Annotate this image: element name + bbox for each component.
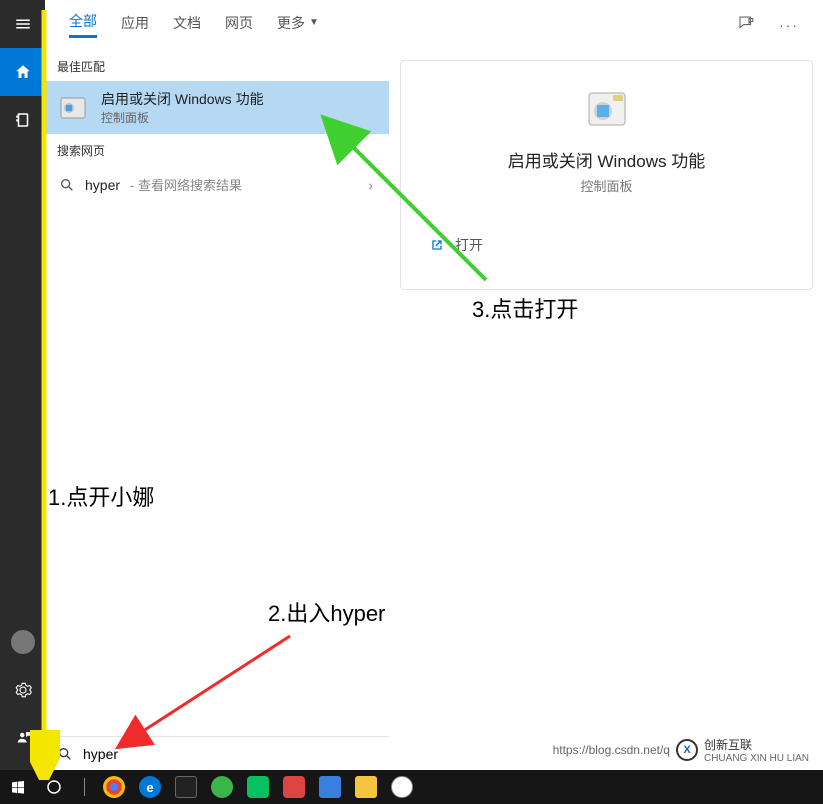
home-icon [14, 63, 32, 81]
task-view-button[interactable] [72, 770, 96, 804]
watermark-url: https://blog.csdn.net/q [553, 743, 670, 757]
watermark-logo: X [676, 739, 698, 761]
cortana-icon [45, 778, 63, 796]
gear-icon [14, 681, 32, 699]
scope-tabs: 全部 应用 文档 网页 更多 ▼ ··· [45, 0, 823, 50]
detail-panel: 启用或关闭 Windows 功能 控制面板 打开 [400, 60, 813, 290]
taskbar-app-blue[interactable] [312, 770, 348, 804]
person-comment-icon [14, 729, 32, 747]
web-search-result[interactable]: hyper - 查看网络搜索结果 › [45, 165, 389, 204]
results-panel: 最佳匹配 启用或关闭 Windows 功能 控制面板 搜索网页 hyper - … [45, 50, 389, 736]
open-icon [429, 237, 445, 253]
control-panel-features-icon [57, 92, 89, 124]
feedback-button[interactable] [0, 714, 45, 762]
user-avatar[interactable] [0, 618, 45, 666]
search-icon [57, 746, 73, 762]
search-input[interactable] [83, 746, 377, 762]
start-button[interactable] [0, 770, 36, 804]
detail-title: 启用或关闭 Windows 功能 [421, 147, 792, 172]
settings-button[interactable] [0, 666, 45, 714]
taskbar-app-yellow[interactable] [348, 770, 384, 804]
taskbar-edge[interactable]: e [132, 770, 168, 804]
search-box [45, 736, 389, 770]
taskbar: e [0, 770, 823, 804]
windows-icon [10, 779, 26, 795]
web-query: hyper [85, 177, 120, 193]
cortana-sidebar [0, 0, 45, 770]
notebook-icon [14, 111, 32, 129]
tab-apps[interactable]: 应用 [121, 13, 149, 37]
ellipsis-button[interactable]: ··· [779, 17, 799, 33]
open-label: 打开 [455, 235, 483, 255]
tab-web[interactable]: 网页 [225, 13, 253, 37]
taskbar-chrome[interactable] [96, 770, 132, 804]
best-match-header: 最佳匹配 [45, 50, 389, 81]
result-title: 启用或关闭 Windows 功能 [101, 89, 264, 109]
menu-button[interactable] [0, 0, 45, 48]
taskbar-app-circle[interactable] [384, 770, 420, 804]
avatar-icon [11, 630, 35, 654]
hamburger-icon [14, 15, 32, 33]
taskbar-wechat[interactable] [240, 770, 276, 804]
chevron-right-icon: › [368, 177, 373, 193]
cortana-button[interactable] [36, 770, 72, 804]
search-icon [59, 177, 75, 193]
feedback-icon-button[interactable] [737, 14, 755, 35]
detail-subtitle: 控制面板 [421, 176, 792, 195]
notebook-button[interactable] [0, 96, 45, 144]
annotation-3: 3.点击打开 [472, 292, 578, 324]
detail-icon [583, 85, 631, 133]
feedback-icon [737, 14, 755, 32]
tab-all[interactable]: 全部 [69, 11, 97, 38]
result-subtitle: 控制面板 [101, 109, 264, 126]
watermark-sub: CHUANG XIN HU LIAN [704, 753, 809, 764]
web-hint: - 查看网络搜索结果 [130, 175, 242, 194]
open-action[interactable]: 打开 [421, 231, 491, 259]
home-button[interactable] [0, 48, 45, 96]
tab-docs[interactable]: 文档 [173, 13, 201, 37]
taskbar-app-green[interactable] [204, 770, 240, 804]
tab-more[interactable]: 更多 ▼ [277, 13, 319, 37]
watermark-brand: 创新互联 [704, 736, 809, 753]
result-best-match[interactable]: 启用或关闭 Windows 功能 控制面板 [45, 81, 389, 134]
watermark: https://blog.csdn.net/q X 创新互联 CHUANG XI… [547, 734, 815, 766]
taskbar-terminal[interactable] [168, 770, 204, 804]
web-search-header: 搜索网页 [45, 134, 389, 165]
chevron-down-icon: ▼ [309, 17, 319, 28]
taskbar-app-red[interactable] [276, 770, 312, 804]
tab-more-label: 更多 [277, 13, 305, 33]
